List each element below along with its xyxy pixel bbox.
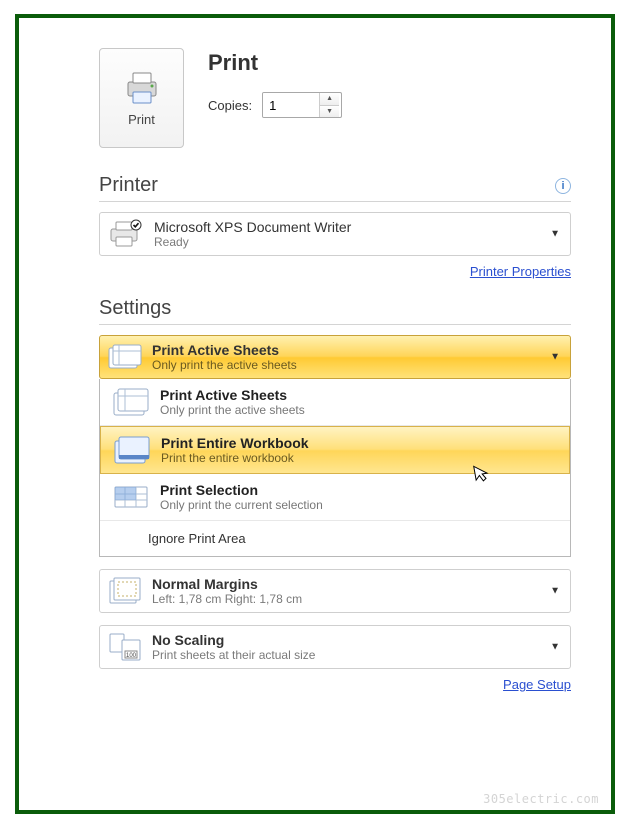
info-icon[interactable]: i: [555, 178, 571, 194]
option-sub: Only print the current selection: [160, 498, 323, 512]
copies-down[interactable]: ▼: [320, 106, 339, 118]
printer-selector[interactable]: Microsoft XPS Document Writer Ready ▼: [99, 212, 571, 256]
svg-text:100: 100: [126, 653, 137, 659]
chevron-down-icon: ▼: [550, 586, 560, 597]
margins-title: Normal Margins: [152, 576, 302, 592]
scaling-title: No Scaling: [152, 632, 315, 648]
copies-up[interactable]: ▲: [320, 93, 339, 106]
option-ignore-print-area[interactable]: Ignore Print Area: [100, 521, 570, 556]
settings-section-title: Settings: [99, 297, 171, 320]
option-active-sheets[interactable]: Print Active Sheets Only print the activ…: [100, 379, 570, 426]
watermark: 305electric.com: [483, 792, 599, 806]
chevron-down-icon: ▼: [550, 352, 560, 363]
print-what-sub: Only print the active sheets: [152, 358, 297, 372]
printer-status: Ready: [154, 235, 351, 249]
printer-properties-link[interactable]: Printer Properties: [470, 264, 571, 279]
option-selection[interactable]: Print Selection Only print the current s…: [100, 474, 570, 521]
printer-name: Microsoft XPS Document Writer: [154, 219, 351, 235]
print-heading: Print: [208, 50, 571, 76]
printer-device-icon: [108, 219, 144, 249]
printer-section-title: Printer: [99, 174, 158, 197]
margins-sub: Left: 1,78 cm Right: 1,78 cm: [152, 592, 302, 606]
copies-label: Copies:: [208, 98, 252, 113]
option-title: Print Entire Workbook: [161, 435, 309, 451]
scaling-icon: 100: [108, 632, 142, 662]
option-title: Print Selection: [160, 482, 323, 498]
selection-icon: [112, 482, 150, 512]
option-sub: Print the entire workbook: [161, 451, 309, 465]
option-label: Ignore Print Area: [148, 531, 246, 546]
cursor-icon: [471, 462, 492, 485]
page-setup-link[interactable]: Page Setup: [503, 677, 571, 692]
chevron-down-icon: ▼: [550, 229, 560, 240]
print-what-dropdown: Print Active Sheets Only print the activ…: [99, 379, 571, 557]
option-sub: Only print the active sheets: [160, 403, 305, 417]
sheets-icon: [108, 344, 142, 370]
sheets-icon: [112, 387, 150, 417]
print-what-selector[interactable]: Print Active Sheets Only print the activ…: [99, 335, 571, 379]
print-what-title: Print Active Sheets: [152, 342, 297, 358]
scaling-sub: Print sheets at their actual size: [152, 648, 315, 662]
option-entire-workbook[interactable]: Print Entire Workbook Print the entire w…: [100, 426, 570, 474]
margins-icon: [108, 576, 142, 606]
printer-icon: [122, 70, 162, 106]
print-button[interactable]: Print: [99, 48, 184, 148]
option-title: Print Active Sheets: [160, 387, 305, 403]
copies-input[interactable]: [263, 93, 319, 117]
print-button-label: Print: [128, 112, 155, 127]
chevron-down-icon: ▼: [550, 642, 560, 653]
scaling-selector[interactable]: 100 No Scaling Print sheets at their act…: [99, 625, 571, 669]
copies-spinbox[interactable]: ▲ ▼: [262, 92, 342, 118]
margins-selector[interactable]: Normal Margins Left: 1,78 cm Right: 1,78…: [99, 569, 571, 613]
workbook-icon: [113, 435, 151, 465]
